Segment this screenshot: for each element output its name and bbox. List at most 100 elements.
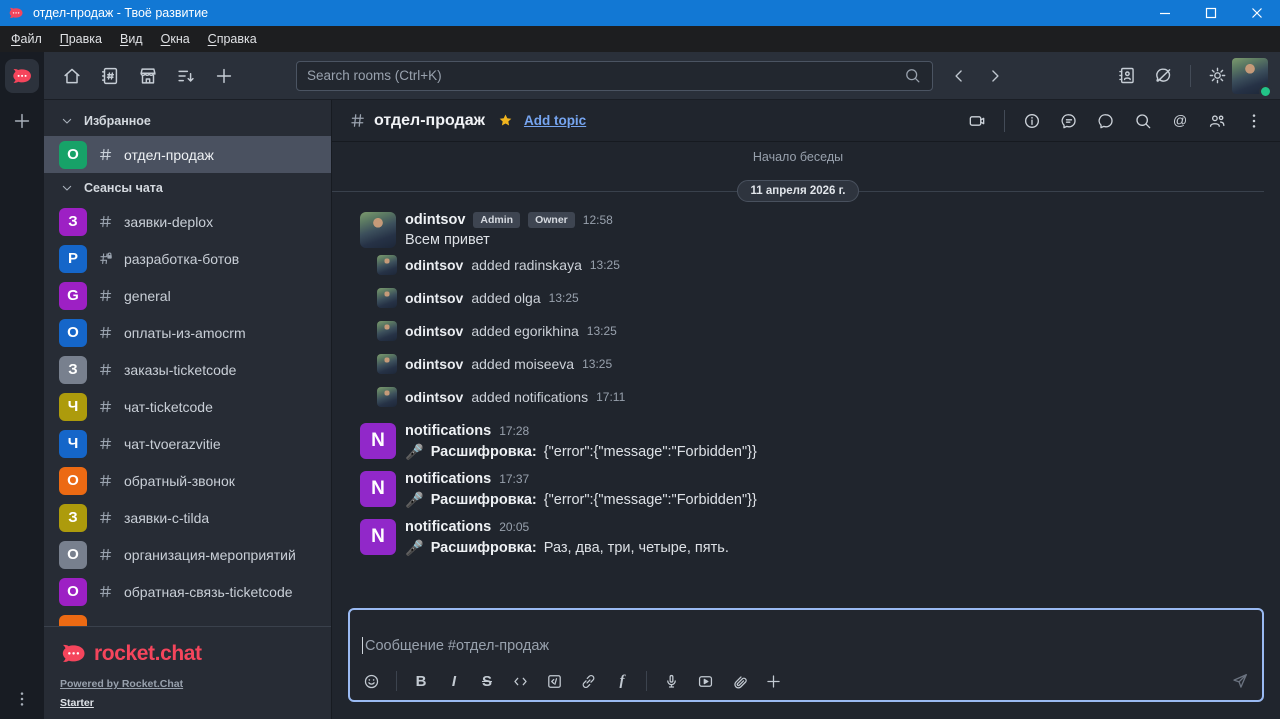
channel-hash-icon xyxy=(348,111,367,130)
sidebar-footer: rocket.chat Powered by Rocket.Chat Start… xyxy=(44,626,331,719)
sidebar-item-чат-tvoerazvitie[interactable]: Ччат-tvoerazvitie xyxy=(44,425,331,462)
conversation-start-label: Начало беседы xyxy=(752,150,844,164)
omnichannel-disabled-button[interactable] xyxy=(1153,65,1174,86)
sidebar-item-чат-ticketcode[interactable]: Ччат-ticketcode xyxy=(44,388,331,425)
emoji-button[interactable] xyxy=(362,672,381,691)
create-new-button[interactable] xyxy=(212,65,236,87)
add-server-button[interactable] xyxy=(11,110,33,132)
system-author: odintsov xyxy=(405,256,464,273)
minimize-button[interactable] xyxy=(1142,0,1188,26)
section-header-0[interactable]: Избранное xyxy=(44,106,331,136)
close-button[interactable] xyxy=(1234,0,1280,26)
sidebar-item-разработка-ботов[interactable]: Pразработка-ботов xyxy=(44,240,331,277)
sidebar-item-hidden[interactable] xyxy=(44,610,331,626)
sidebar-item-обратный-звонок[interactable]: Ообратный-звонок xyxy=(44,462,331,499)
rail-menu-button[interactable] xyxy=(12,689,32,709)
video-message-button[interactable] xyxy=(696,672,715,691)
discussions-button[interactable] xyxy=(1096,111,1116,131)
user-avatar[interactable] xyxy=(377,254,397,275)
user-avatar[interactable] xyxy=(377,320,397,341)
system-text: added olga xyxy=(471,289,541,306)
mentions-button[interactable]: @ xyxy=(1170,111,1190,131)
math-button[interactable]: f xyxy=(613,673,631,690)
composer-placeholder: Сообщение #отдел-продаж xyxy=(365,637,550,654)
strikethrough-button[interactable]: S xyxy=(478,673,496,690)
send-button[interactable] xyxy=(1230,671,1250,691)
sidebar-item-организация-мероприятий[interactable]: Оорганизация-мероприятий xyxy=(44,536,331,573)
sidebar-item-заявки-с-tilda[interactable]: Ззаявки-с-tilda xyxy=(44,499,331,536)
italic-button[interactable]: I xyxy=(445,673,463,690)
sidebar-item-заявки-deplox[interactable]: Ззаявки-deplox xyxy=(44,203,331,240)
directory-button[interactable] xyxy=(98,65,122,87)
bot-avatar[interactable]: N xyxy=(360,519,396,555)
add-topic-link[interactable]: Add topic xyxy=(524,113,586,128)
workspace-button[interactable] xyxy=(5,59,39,93)
hash-icon xyxy=(97,398,114,415)
threads-button[interactable] xyxy=(1059,111,1079,131)
favorite-star-icon[interactable] xyxy=(497,112,514,129)
history-back-button[interactable] xyxy=(949,66,969,86)
message-input[interactable]: Сообщение #отдел-продаж xyxy=(350,610,1262,667)
room-name: general xyxy=(124,287,171,304)
server-rail xyxy=(0,52,44,719)
hash-icon xyxy=(97,287,114,304)
message-text: {"error":{"message":"Forbidden"}} xyxy=(543,444,757,460)
system-text: added moiseeva xyxy=(471,355,575,372)
options-kebab-button[interactable] xyxy=(1244,111,1264,131)
sidebar-item-оплаты-из-amocrm[interactable]: Ооплаты-из-amocrm xyxy=(44,314,331,351)
bot-avatar[interactable]: N xyxy=(360,423,396,459)
home-button[interactable] xyxy=(60,65,84,87)
rocketchat-logo-icon xyxy=(11,65,33,87)
sidebar-item-general[interactable]: Ggeneral xyxy=(44,277,331,314)
message-list: Начало беседы 11 апреля 2026 г. odintsov… xyxy=(332,142,1280,608)
section-label: Избранное xyxy=(84,114,151,128)
user-avatar[interactable] xyxy=(377,353,397,374)
room-avatar: О xyxy=(59,540,87,569)
sort-channels-button[interactable] xyxy=(174,65,198,87)
user-avatar[interactable] xyxy=(360,212,396,248)
video-call-button[interactable] xyxy=(967,111,987,131)
attach-file-button[interactable] xyxy=(730,672,749,691)
sidebar-item-отдел-продаж[interactable]: Оотдел-продаж xyxy=(44,136,331,173)
team-members-button[interactable] xyxy=(1207,111,1227,131)
room-avatar: G xyxy=(59,281,87,310)
room-name: чат-tvoerazvitie xyxy=(124,435,221,452)
section-header-1[interactable]: Сеансы чата xyxy=(44,173,331,203)
menu-item-edit[interactable]: Правка xyxy=(51,28,111,50)
sidebar-item-обратная-связь-ticketcode[interactable]: Ообратная-связь-ticketcode xyxy=(44,573,331,610)
code-block-button[interactable] xyxy=(545,672,564,691)
menu-item-view[interactable]: Вид xyxy=(111,28,152,50)
user-avatar[interactable] xyxy=(377,386,397,407)
plus-button[interactable] xyxy=(764,672,783,691)
menu-item-window[interactable]: Окна xyxy=(152,28,199,50)
room-name: чат-ticketcode xyxy=(124,398,213,415)
powered-by-link[interactable]: Powered by Rocket.Chat xyxy=(60,678,183,690)
contacts-button[interactable] xyxy=(1116,65,1137,86)
search-rooms-input[interactable]: Search rooms (Ctrl+K) xyxy=(296,60,933,91)
room-avatar: З xyxy=(59,503,87,532)
bot-avatar[interactable]: N xyxy=(360,471,396,507)
marketplace-button[interactable] xyxy=(136,65,160,87)
menu-bar: Файл Правка Вид Окна Справка xyxy=(0,26,1280,52)
audio-message-button[interactable] xyxy=(662,672,681,691)
history-forward-button[interactable] xyxy=(985,66,1005,86)
menu-item-file[interactable]: Файл xyxy=(2,28,51,50)
room-avatar xyxy=(59,614,87,626)
plan-starter-link[interactable]: Starter xyxy=(60,697,315,709)
link-button[interactable] xyxy=(579,672,598,691)
message-author: notifications xyxy=(405,471,492,487)
inline-code-button[interactable] xyxy=(511,672,530,691)
user-avatar[interactable] xyxy=(377,287,397,308)
message-time: 17:37 xyxy=(499,472,530,486)
room-info-button[interactable] xyxy=(1022,111,1042,131)
admin-settings-button[interactable] xyxy=(1207,65,1228,86)
menu-item-help[interactable]: Справка xyxy=(199,28,266,50)
maximize-button[interactable] xyxy=(1188,0,1234,26)
user-avatar[interactable] xyxy=(1232,57,1272,98)
toolbar-divider xyxy=(396,671,397,691)
brand-text: rocket.chat xyxy=(94,641,202,665)
search-messages-button[interactable] xyxy=(1133,111,1153,131)
chevron-down-icon xyxy=(59,113,75,129)
bold-button[interactable]: B xyxy=(412,673,430,690)
sidebar-item-заказы-ticketcode[interactable]: Ззаказы-ticketcode xyxy=(44,351,331,388)
